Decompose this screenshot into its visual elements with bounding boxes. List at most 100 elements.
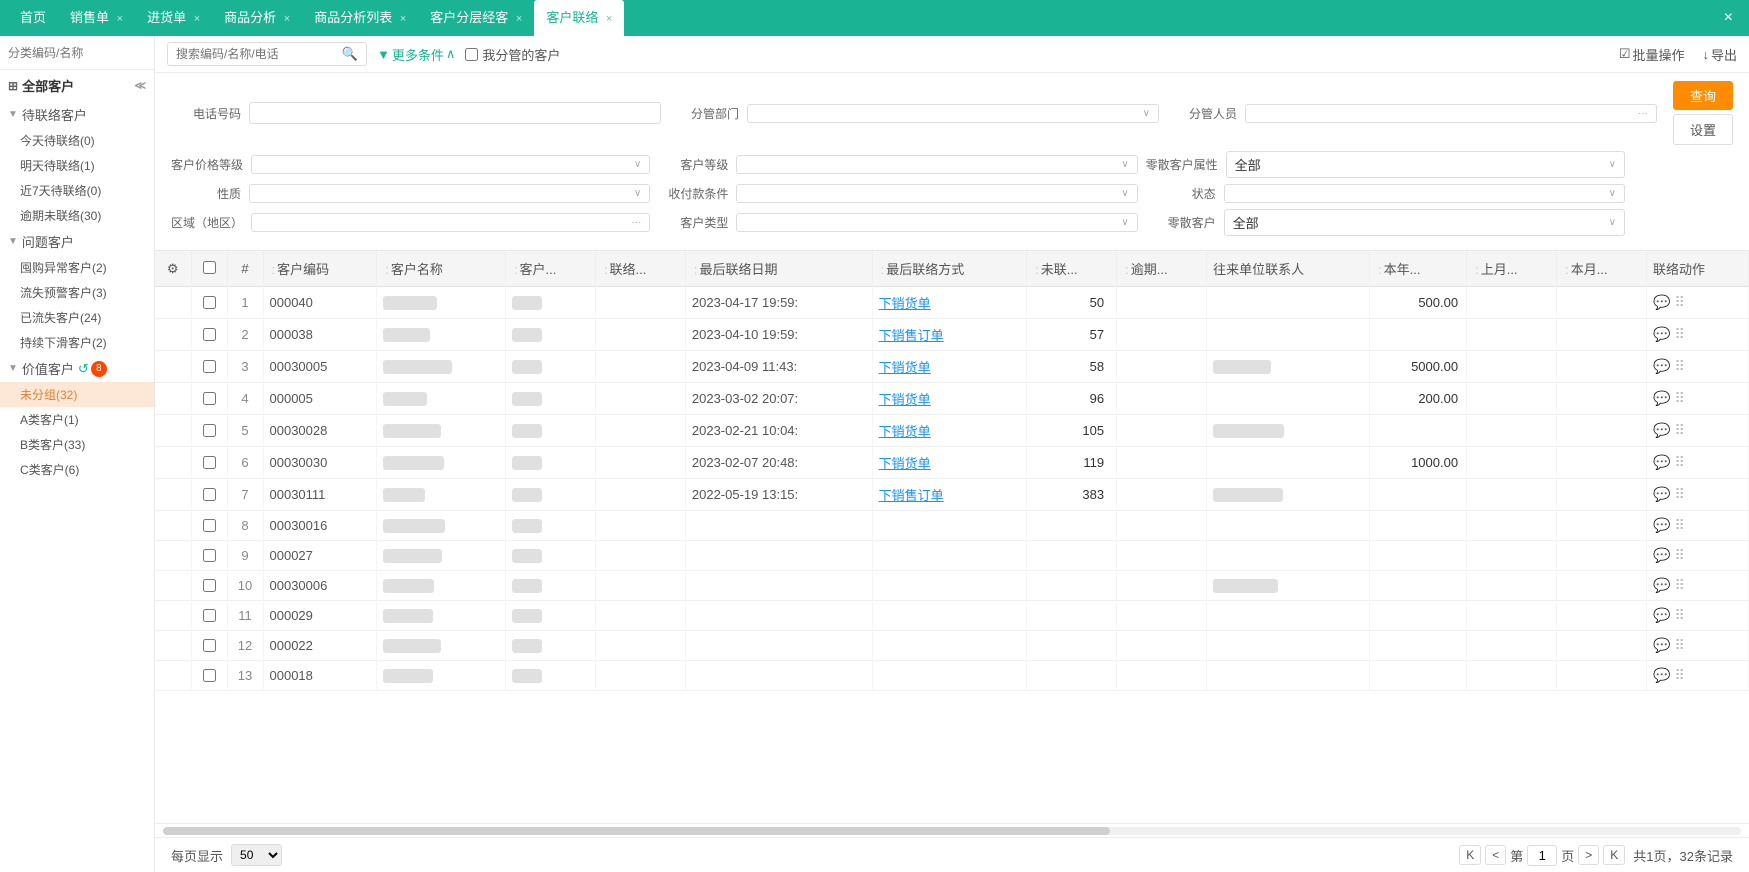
refresh-icon[interactable]: ↺ [78, 361, 89, 377]
row-checkbox-input[interactable] [203, 456, 216, 469]
row-code[interactable]: 00030006 [263, 571, 377, 601]
comment-icon[interactable]: 💬 [1653, 667, 1670, 684]
sidebar-item-hoard-abnormal[interactable]: 囤购异常客户(2) [0, 255, 154, 280]
row-checkbox-input[interactable] [203, 328, 216, 341]
row-code[interactable]: 000022 [263, 631, 377, 661]
grid-action-icon[interactable]: ⠿ [1674, 486, 1684, 503]
this-month-col-header[interactable]: :本月... [1557, 251, 1647, 287]
grid-action-icon[interactable]: ⠿ [1674, 607, 1684, 624]
close-sales-icon[interactable]: × [117, 13, 123, 25]
row-checkbox-input[interactable] [203, 549, 216, 562]
row-code[interactable]: 00030005 [263, 351, 377, 383]
first-page-btn[interactable]: K [1459, 845, 1481, 865]
row-last-method[interactable] [872, 541, 1026, 571]
person-select[interactable]: ··· [1245, 104, 1657, 123]
nav-purchase[interactable]: 进货单 × [135, 0, 212, 36]
row-code[interactable]: 000027 [263, 541, 377, 571]
comment-icon[interactable]: 💬 [1653, 607, 1670, 624]
query-button[interactable]: 查询 [1673, 81, 1733, 110]
export-btn[interactable]: ↓ 导出 [1702, 45, 1737, 64]
row-code[interactable]: 000040 [263, 287, 377, 319]
payment-select[interactable]: ∨ [736, 184, 1137, 203]
sidebar-item-ungroup[interactable]: 未分组(32) [0, 382, 154, 407]
grid-action-icon[interactable]: ⠿ [1674, 637, 1684, 654]
next-page-btn[interactable]: > [1578, 845, 1599, 865]
nature-select[interactable]: ∨ [249, 184, 650, 203]
nav-home[interactable]: 首页 [8, 0, 58, 36]
row-last-method[interactable]: 下销货单 [872, 415, 1026, 447]
close-goods-list-icon[interactable]: × [400, 13, 406, 25]
retail-attr-select[interactable]: 全部 ∨ [1226, 151, 1625, 178]
row-last-method[interactable] [872, 631, 1026, 661]
sidebar-item-declining[interactable]: 持续下滑客户(2) [0, 330, 154, 355]
row-checkbox-input[interactable] [203, 424, 216, 437]
grid-action-icon[interactable]: ⠿ [1674, 326, 1684, 343]
row-checkbox-input[interactable] [203, 609, 216, 622]
retail-customer-select[interactable]: 全部 ∨ [1224, 209, 1625, 236]
row-checkbox-input[interactable] [203, 488, 216, 501]
sidebar-item-b-class[interactable]: B类客户(33) [0, 432, 154, 457]
name-col-header[interactable]: :客户名称 [377, 251, 506, 287]
sidebar-item-a-class[interactable]: A类客户(1) [0, 407, 154, 432]
comment-icon[interactable]: 💬 [1653, 637, 1670, 654]
section-problem-customer[interactable]: ▼ 问题客户 [0, 228, 154, 255]
row-code[interactable]: 00030030 [263, 447, 377, 479]
nav-goods-analysis[interactable]: 商品分析 × [212, 0, 302, 36]
contact-col-header[interactable]: :联络... [595, 251, 685, 287]
row-last-method[interactable]: 下销货单 [872, 383, 1026, 415]
region-select[interactable]: ··· [251, 213, 650, 232]
row-code[interactable]: 000029 [263, 601, 377, 631]
comment-icon[interactable]: 💬 [1653, 326, 1670, 343]
sidebar-item-today[interactable]: 今天待联络(0) [0, 128, 154, 153]
comment-icon[interactable]: 💬 [1653, 547, 1670, 564]
row-checkbox-input[interactable] [203, 392, 216, 405]
row-code[interactable]: 000005 [263, 383, 377, 415]
current-page-input[interactable] [1527, 845, 1557, 866]
settings-col-header[interactable]: ⚙ [155, 251, 191, 287]
grid-action-icon[interactable]: ⠿ [1674, 454, 1684, 471]
nav-customer-contact[interactable]: 客户联络 × [534, 0, 624, 36]
grid-action-icon[interactable]: ⠿ [1674, 667, 1684, 684]
comment-icon[interactable]: 💬 [1653, 422, 1670, 439]
reset-button[interactable]: 设置 [1673, 114, 1733, 145]
not-contacted-col-header[interactable]: :未联... [1027, 251, 1117, 287]
customer-type-select[interactable]: ∨ [736, 213, 1137, 232]
customer-level-select[interactable]: ∨ [736, 155, 1137, 174]
row-checkbox-input[interactable] [203, 360, 216, 373]
grid-action-icon[interactable]: ⠿ [1674, 517, 1684, 534]
dept-select[interactable]: ∨ [747, 104, 1159, 123]
nav-goods-list[interactable]: 商品分析列表 × [302, 0, 418, 36]
row-checkbox-input[interactable] [203, 519, 216, 532]
row-last-method[interactable]: 下销货单 [872, 287, 1026, 319]
my-customers-checkbox[interactable] [465, 48, 478, 61]
row-code[interactable]: 00030028 [263, 415, 377, 447]
row-last-method[interactable]: 下销货单 [872, 447, 1026, 479]
close-tier-icon[interactable]: × [516, 13, 522, 25]
main-search-icon[interactable]: 🔍 [342, 46, 358, 62]
row-last-method[interactable] [872, 511, 1026, 541]
row-code[interactable]: 00030111 [263, 479, 377, 511]
prev-page-btn[interactable]: < [1485, 845, 1506, 865]
row-last-method[interactable]: 下销货单 [872, 351, 1026, 383]
close-all-icon[interactable]: × [1716, 9, 1741, 27]
type-col-header[interactable]: :客户... [505, 251, 595, 287]
comment-icon[interactable]: 💬 [1653, 454, 1670, 471]
close-purchase-icon[interactable]: × [194, 13, 200, 25]
code-col-header[interactable]: :客户编码 [263, 251, 377, 287]
comment-icon[interactable]: 💬 [1653, 486, 1670, 503]
sidebar-item-7days[interactable]: 近7天待联络(0) [0, 178, 154, 203]
nav-customer-tier[interactable]: 客户分层经客 × [418, 0, 534, 36]
main-search-input[interactable] [176, 47, 338, 61]
last-month-col-header[interactable]: :上月... [1467, 251, 1557, 287]
comment-icon[interactable]: 💬 [1653, 294, 1670, 311]
sidebar-item-c-class[interactable]: C类客户(6) [0, 457, 154, 482]
price-level-select[interactable]: ∨ [251, 155, 650, 174]
grid-action-icon[interactable]: ⠿ [1674, 577, 1684, 594]
batch-op-btn[interactable]: ☑ 批量操作 [1619, 45, 1685, 64]
more-conditions-btn[interactable]: ▼ 更多条件 ∧ [377, 45, 455, 64]
row-checkbox-input[interactable] [203, 639, 216, 652]
row-checkbox-input[interactable] [203, 579, 216, 592]
last-method-col-header[interactable]: :最后联络方式 [872, 251, 1026, 287]
comment-icon[interactable]: 💬 [1653, 517, 1670, 534]
select-all-checkbox[interactable] [203, 261, 216, 274]
